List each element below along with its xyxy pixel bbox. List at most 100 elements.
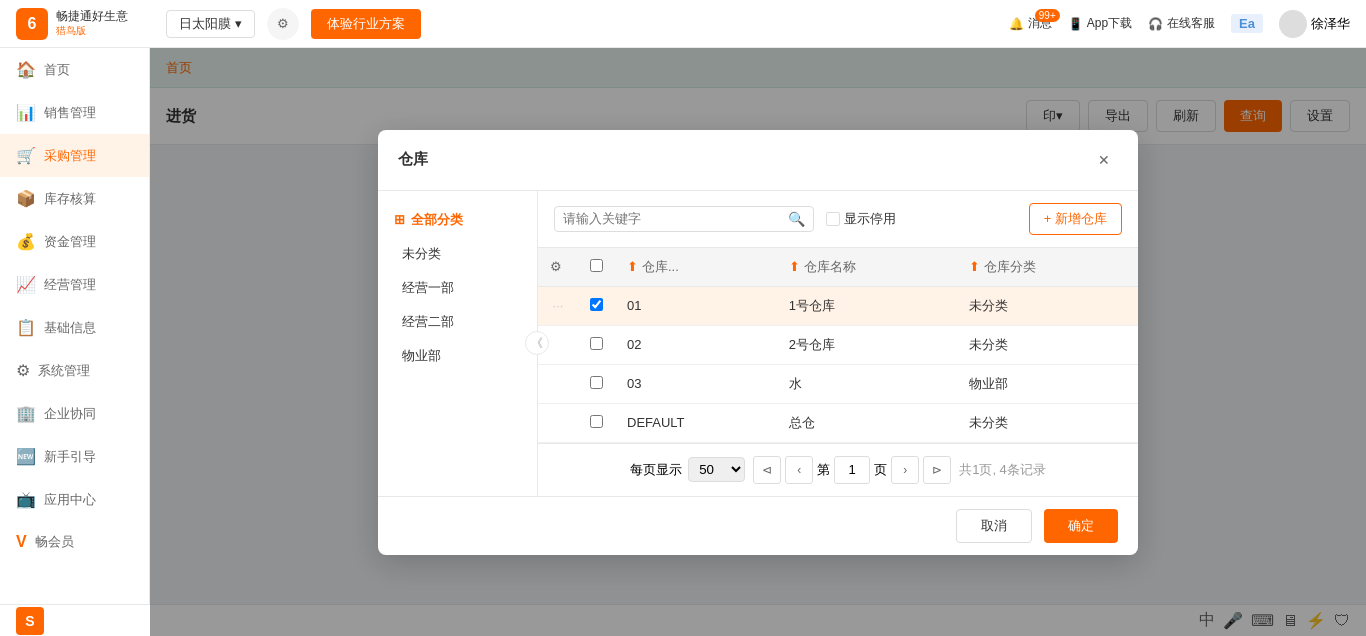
select-all-checkbox[interactable] bbox=[590, 259, 603, 272]
sidebar-label-finance: 资金管理 bbox=[44, 233, 96, 251]
sidebar-item-sysadmin[interactable]: ⚙ 系统管理 bbox=[0, 349, 149, 392]
sidebar-item-appcenter[interactable]: 📺 应用中心 bbox=[0, 478, 149, 521]
col-header-checkbox[interactable] bbox=[578, 248, 615, 287]
sidebar-label-home: 首页 bbox=[44, 61, 70, 79]
sidebar-item-purchase[interactable]: 🛒 采购管理 bbox=[0, 134, 149, 177]
category-all-label: 全部分类 bbox=[411, 211, 463, 229]
row-checkbox-cell[interactable] bbox=[578, 364, 615, 403]
prev-page-button[interactable]: ‹ bbox=[785, 456, 813, 484]
row-code-cell: 02 bbox=[615, 325, 777, 364]
page-number-input[interactable] bbox=[834, 456, 870, 484]
home-icon: 🏠 bbox=[16, 60, 36, 79]
user-info[interactable]: 徐泽华 bbox=[1279, 10, 1350, 38]
next-page-button[interactable]: › bbox=[891, 456, 919, 484]
settings-col-icon: ⚙ bbox=[550, 259, 562, 274]
row-checkbox-cell[interactable] bbox=[578, 286, 615, 325]
warehouse-modal: 仓库 ✕ ⊞ 全部分类 未分类 经营一部 经营二部 bbox=[378, 130, 1138, 555]
category-item-unclassified[interactable]: 未分类 bbox=[378, 237, 537, 271]
show-disabled-checkbox[interactable] bbox=[826, 212, 840, 226]
row-category-cell: 未分类 bbox=[957, 286, 1138, 325]
settings-button[interactable]: ⚙ bbox=[267, 8, 299, 40]
page-nav: ⊲ ‹ 第 页 › ⊳ bbox=[753, 456, 951, 484]
last-page-button[interactable]: ⊳ bbox=[923, 456, 951, 484]
sidebar-label-guide: 新手引导 bbox=[44, 448, 96, 466]
trial-button[interactable]: 体验行业方案 bbox=[311, 9, 421, 39]
col-code-label: 仓库... bbox=[642, 258, 679, 276]
modal-title: 仓库 bbox=[398, 150, 428, 169]
app-sub: 猎鸟版 bbox=[56, 24, 128, 38]
customer-service-item[interactable]: 🎧 在线客服 bbox=[1148, 15, 1215, 32]
row-checkbox-cell[interactable] bbox=[578, 403, 615, 442]
row-settings-cell bbox=[538, 403, 578, 442]
ea-badge: Ea bbox=[1231, 14, 1263, 33]
cancel-button[interactable]: 取消 bbox=[956, 509, 1032, 543]
sidebar-item-operations[interactable]: 📈 经营管理 bbox=[0, 263, 149, 306]
row-checkbox[interactable] bbox=[590, 415, 603, 428]
table-row[interactable]: DEFAULT 总仓 未分类 bbox=[538, 403, 1138, 442]
row-more-btn[interactable]: ··· bbox=[553, 298, 564, 313]
basicinfo-icon: 📋 bbox=[16, 318, 36, 337]
category-header[interactable]: ⊞ 全部分类 bbox=[378, 203, 537, 237]
sidebar-label-sales: 销售管理 bbox=[44, 104, 96, 122]
category-item-ops2[interactable]: 经营二部 bbox=[378, 305, 537, 339]
enterprise-icon: 🏢 bbox=[16, 404, 36, 423]
per-page-selector: 每页显示 50 10 20 100 bbox=[630, 457, 745, 482]
table-row[interactable]: 02 2号仓库 未分类 bbox=[538, 325, 1138, 364]
per-page-select[interactable]: 50 10 20 100 bbox=[688, 457, 745, 482]
window-controls: ✕ bbox=[1090, 146, 1118, 174]
headset-icon: 🎧 bbox=[1148, 17, 1163, 31]
search-input[interactable] bbox=[563, 211, 788, 226]
search-icon[interactable]: 🔍 bbox=[788, 211, 805, 227]
table-header-row: ⚙ ⬆ 仓库... bbox=[538, 248, 1138, 287]
row-name-cell: 1号仓库 bbox=[777, 286, 958, 325]
app-download-item[interactable]: 📱 App下载 bbox=[1068, 15, 1132, 32]
page-prefix: 第 bbox=[817, 461, 830, 479]
new-warehouse-button[interactable]: + 新增仓库 bbox=[1029, 203, 1122, 235]
row-checkbox[interactable] bbox=[590, 376, 603, 389]
sidebar-item-home[interactable]: 🏠 首页 bbox=[0, 48, 149, 91]
show-disabled-label[interactable]: 显示停用 bbox=[826, 210, 896, 228]
inventory-icon: 📦 bbox=[16, 189, 36, 208]
row-category-cell: 物业部 bbox=[957, 364, 1138, 403]
operations-icon: 📈 bbox=[16, 275, 36, 294]
sidebar-item-enterprise[interactable]: 🏢 企业协同 bbox=[0, 392, 149, 435]
sidebar-item-inventory[interactable]: 📦 库存核算 bbox=[0, 177, 149, 220]
store-selector[interactable]: 日太阳膜 ▾ bbox=[166, 10, 255, 38]
row-checkbox-cell[interactable] bbox=[578, 325, 615, 364]
sidebar: 🏠 首页 📊 销售管理 🛒 采购管理 📦 库存核算 💰 资金管理 📈 经营管理 … bbox=[0, 48, 150, 636]
table-row[interactable]: 03 水 物业部 bbox=[538, 364, 1138, 403]
row-code-cell: 03 bbox=[615, 364, 777, 403]
sidebar-item-sales[interactable]: 📊 销售管理 bbox=[0, 91, 149, 134]
sidebar-label-inventory: 库存核算 bbox=[44, 190, 96, 208]
page-unit: 页 bbox=[874, 461, 887, 479]
row-name-cell: 总仓 bbox=[777, 403, 958, 442]
col-header-code: ⬆ 仓库... bbox=[615, 248, 777, 287]
first-page-button[interactable]: ⊲ bbox=[753, 456, 781, 484]
row-checkbox[interactable] bbox=[590, 298, 603, 311]
sidebar-label-sysadmin: 系统管理 bbox=[38, 362, 90, 380]
row-category-cell: 未分类 bbox=[957, 325, 1138, 364]
header-right: 🔔 消息 99+ 📱 App下载 🎧 在线客服 Ea 徐泽华 bbox=[1009, 10, 1350, 38]
collapse-category-button[interactable]: 《 bbox=[525, 331, 549, 355]
sysadmin-icon: ⚙ bbox=[16, 361, 30, 380]
notifications-badge: 99+ bbox=[1035, 9, 1060, 22]
confirm-button[interactable]: 确定 bbox=[1044, 509, 1118, 543]
app-download-label: App下载 bbox=[1087, 15, 1132, 32]
sidebar-item-finance[interactable]: 💰 资金管理 bbox=[0, 220, 149, 263]
sidebar-item-member[interactable]: V 畅会员 bbox=[0, 521, 149, 563]
category-item-property[interactable]: 物业部 bbox=[378, 339, 537, 373]
table-row[interactable]: ··· 01 1号仓库 未分类 bbox=[538, 286, 1138, 325]
bottom-left: S bbox=[16, 607, 44, 635]
sidebar-item-basicinfo[interactable]: 📋 基础信息 bbox=[0, 306, 149, 349]
content-panel: 🔍 显示停用 + 新增仓库 bbox=[538, 191, 1138, 496]
sidebar-item-guide[interactable]: 🆕 新手引导 bbox=[0, 435, 149, 478]
modal-close-button[interactable]: ✕ bbox=[1090, 146, 1118, 174]
row-checkbox[interactable] bbox=[590, 337, 603, 350]
notifications-item[interactable]: 🔔 消息 99+ bbox=[1009, 15, 1052, 32]
app-logo-icon: 6 bbox=[16, 8, 48, 40]
category-item-ops1[interactable]: 经营一部 bbox=[378, 271, 537, 305]
search-box: 🔍 bbox=[554, 206, 814, 232]
sidebar-label-basicinfo: 基础信息 bbox=[44, 319, 96, 337]
row-name-cell: 2号仓库 bbox=[777, 325, 958, 364]
finance-icon: 💰 bbox=[16, 232, 36, 251]
